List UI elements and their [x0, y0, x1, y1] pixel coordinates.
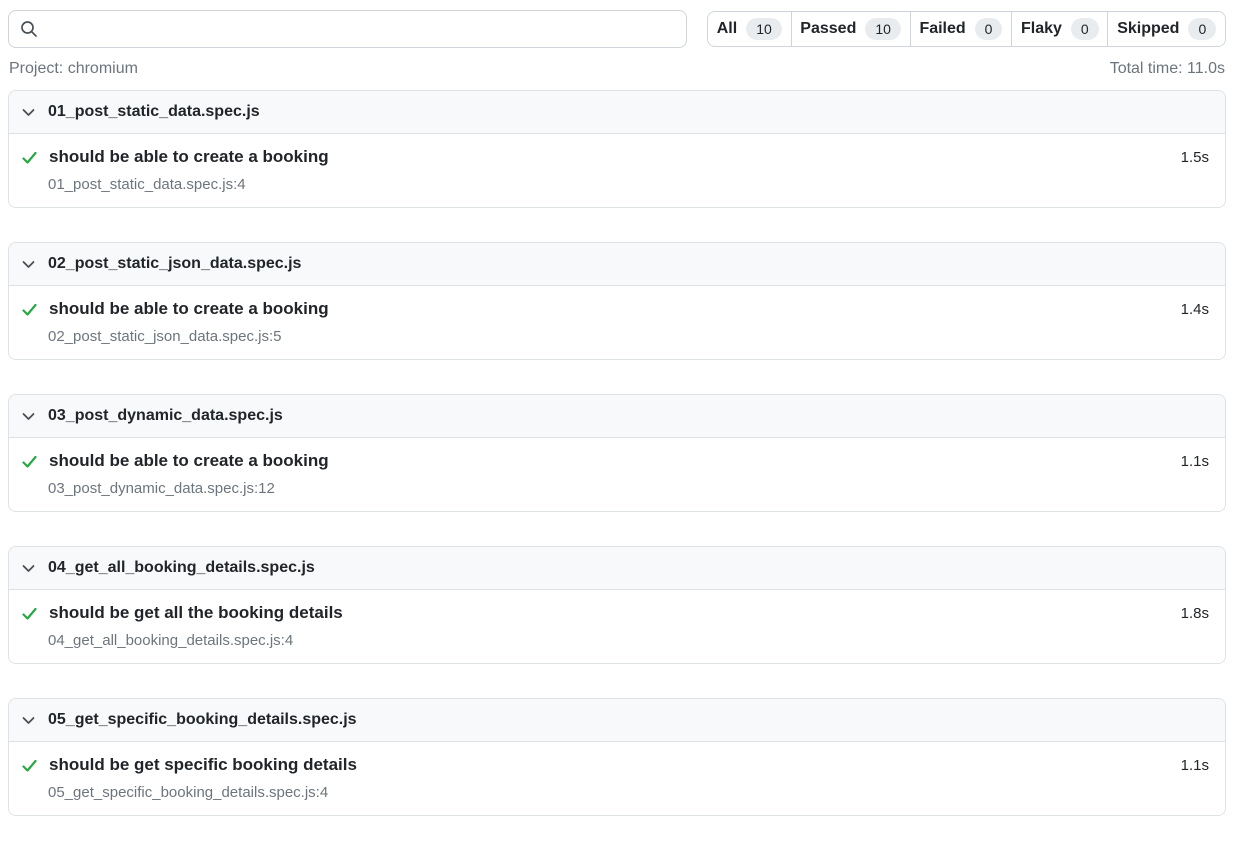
check-icon: [21, 453, 38, 470]
tab-skipped-count-badge: 0: [1188, 18, 1216, 41]
test-file-header[interactable]: 02_post_static_json_data.spec.js: [9, 243, 1225, 286]
check-icon: [21, 149, 38, 166]
test-duration: 1.8s: [1181, 605, 1209, 622]
tab-failed[interactable]: Failed 0: [910, 12, 1012, 46]
test-file-header[interactable]: 01_post_static_data.spec.js: [9, 91, 1225, 134]
test-duration: 1.1s: [1181, 757, 1209, 774]
test-file-card-list: 01_post_static_data.spec.js should be ab…: [8, 90, 1226, 816]
test-file-name: 02_post_static_json_data.spec.js: [48, 255, 301, 273]
test-location: 02_post_static_json_data.spec.js:5: [48, 328, 1209, 345]
tab-passed-count-badge: 10: [865, 18, 901, 41]
test-file-name: 01_post_static_data.spec.js: [48, 103, 260, 121]
tab-failed-label: Failed: [919, 20, 965, 38]
test-title-link[interactable]: should be get all the booking details: [49, 603, 1170, 623]
test-report-page: All 10 Passed 10 Failed 0 Flaky 0 Skippe…: [0, 0, 1234, 816]
search-container[interactable]: [8, 10, 687, 48]
test-title-link[interactable]: should be able to create a booking: [49, 451, 1170, 471]
test-title-link[interactable]: should be able to create a booking: [49, 147, 1170, 167]
test-file-card: 04_get_all_booking_details.spec.js shoul…: [8, 546, 1226, 664]
tab-passed[interactable]: Passed 10: [791, 12, 910, 46]
test-duration: 1.1s: [1181, 453, 1209, 470]
test-file-card: 02_post_static_json_data.spec.js should …: [8, 242, 1226, 360]
test-duration: 1.4s: [1181, 301, 1209, 318]
tab-flaky-count-badge: 0: [1071, 18, 1099, 41]
test-title-row: should be get all the booking details 1.…: [21, 603, 1209, 623]
test-title-row: should be able to create a booking 1.1s: [21, 451, 1209, 471]
check-icon: [21, 605, 38, 622]
test-location: 01_post_static_data.spec.js:4: [48, 176, 1209, 193]
search-icon: [19, 19, 39, 39]
test-entry: should be get specific booking details 1…: [9, 742, 1225, 815]
test-location: 04_get_all_booking_details.spec.js:4: [48, 632, 1209, 649]
meta-row: Project: chromium Total time: 11.0s: [9, 60, 1225, 78]
check-icon: [21, 757, 38, 774]
test-title-row: should be able to create a booking 1.5s: [21, 147, 1209, 167]
header-row: All 10 Passed 10 Failed 0 Flaky 0 Skippe…: [8, 10, 1226, 48]
test-entry: should be able to create a booking 1.5s …: [9, 134, 1225, 207]
test-file-name: 04_get_all_booking_details.spec.js: [48, 559, 315, 577]
chevron-down-icon: [21, 713, 36, 728]
test-entry: should be able to create a booking 1.4s …: [9, 286, 1225, 359]
chevron-down-icon: [21, 257, 36, 272]
test-file-name: 03_post_dynamic_data.spec.js: [48, 407, 283, 425]
tab-all-label: All: [717, 20, 737, 38]
test-file-header[interactable]: 04_get_all_booking_details.spec.js: [9, 547, 1225, 590]
test-file-header[interactable]: 05_get_specific_booking_details.spec.js: [9, 699, 1225, 742]
tab-passed-label: Passed: [800, 20, 856, 38]
test-entry: should be able to create a booking 1.1s …: [9, 438, 1225, 511]
tab-failed-count-badge: 0: [975, 18, 1003, 41]
chevron-down-icon: [21, 105, 36, 120]
chevron-down-icon: [21, 409, 36, 424]
test-duration: 1.5s: [1181, 149, 1209, 166]
tab-skipped[interactable]: Skipped 0: [1107, 12, 1225, 46]
test-location: 03_post_dynamic_data.spec.js:12: [48, 480, 1209, 497]
test-title-link[interactable]: should be get specific booking details: [49, 755, 1170, 775]
test-file-name: 05_get_specific_booking_details.spec.js: [48, 711, 357, 729]
tab-all-count-badge: 10: [746, 18, 782, 41]
test-location: 05_get_specific_booking_details.spec.js:…: [48, 784, 1209, 801]
search-input[interactable]: [47, 11, 676, 47]
check-icon: [21, 301, 38, 318]
total-time-label: Total time: 11.0s: [1110, 60, 1225, 78]
test-file-card: 01_post_static_data.spec.js should be ab…: [8, 90, 1226, 208]
tab-flaky-label: Flaky: [1021, 20, 1062, 38]
tab-skipped-label: Skipped: [1117, 20, 1179, 38]
chevron-down-icon: [21, 561, 36, 576]
filter-tabs: All 10 Passed 10 Failed 0 Flaky 0 Skippe…: [707, 11, 1226, 47]
test-file-card: 03_post_dynamic_data.spec.js should be a…: [8, 394, 1226, 512]
test-entry: should be get all the booking details 1.…: [9, 590, 1225, 663]
test-title-link[interactable]: should be able to create a booking: [49, 299, 1170, 319]
tab-all[interactable]: All 10: [708, 12, 791, 46]
test-title-row: should be able to create a booking 1.4s: [21, 299, 1209, 319]
test-title-row: should be get specific booking details 1…: [21, 755, 1209, 775]
tab-flaky[interactable]: Flaky 0: [1011, 12, 1107, 46]
test-file-header[interactable]: 03_post_dynamic_data.spec.js: [9, 395, 1225, 438]
test-file-card: 05_get_specific_booking_details.spec.js …: [8, 698, 1226, 816]
project-label: Project: chromium: [9, 60, 138, 78]
